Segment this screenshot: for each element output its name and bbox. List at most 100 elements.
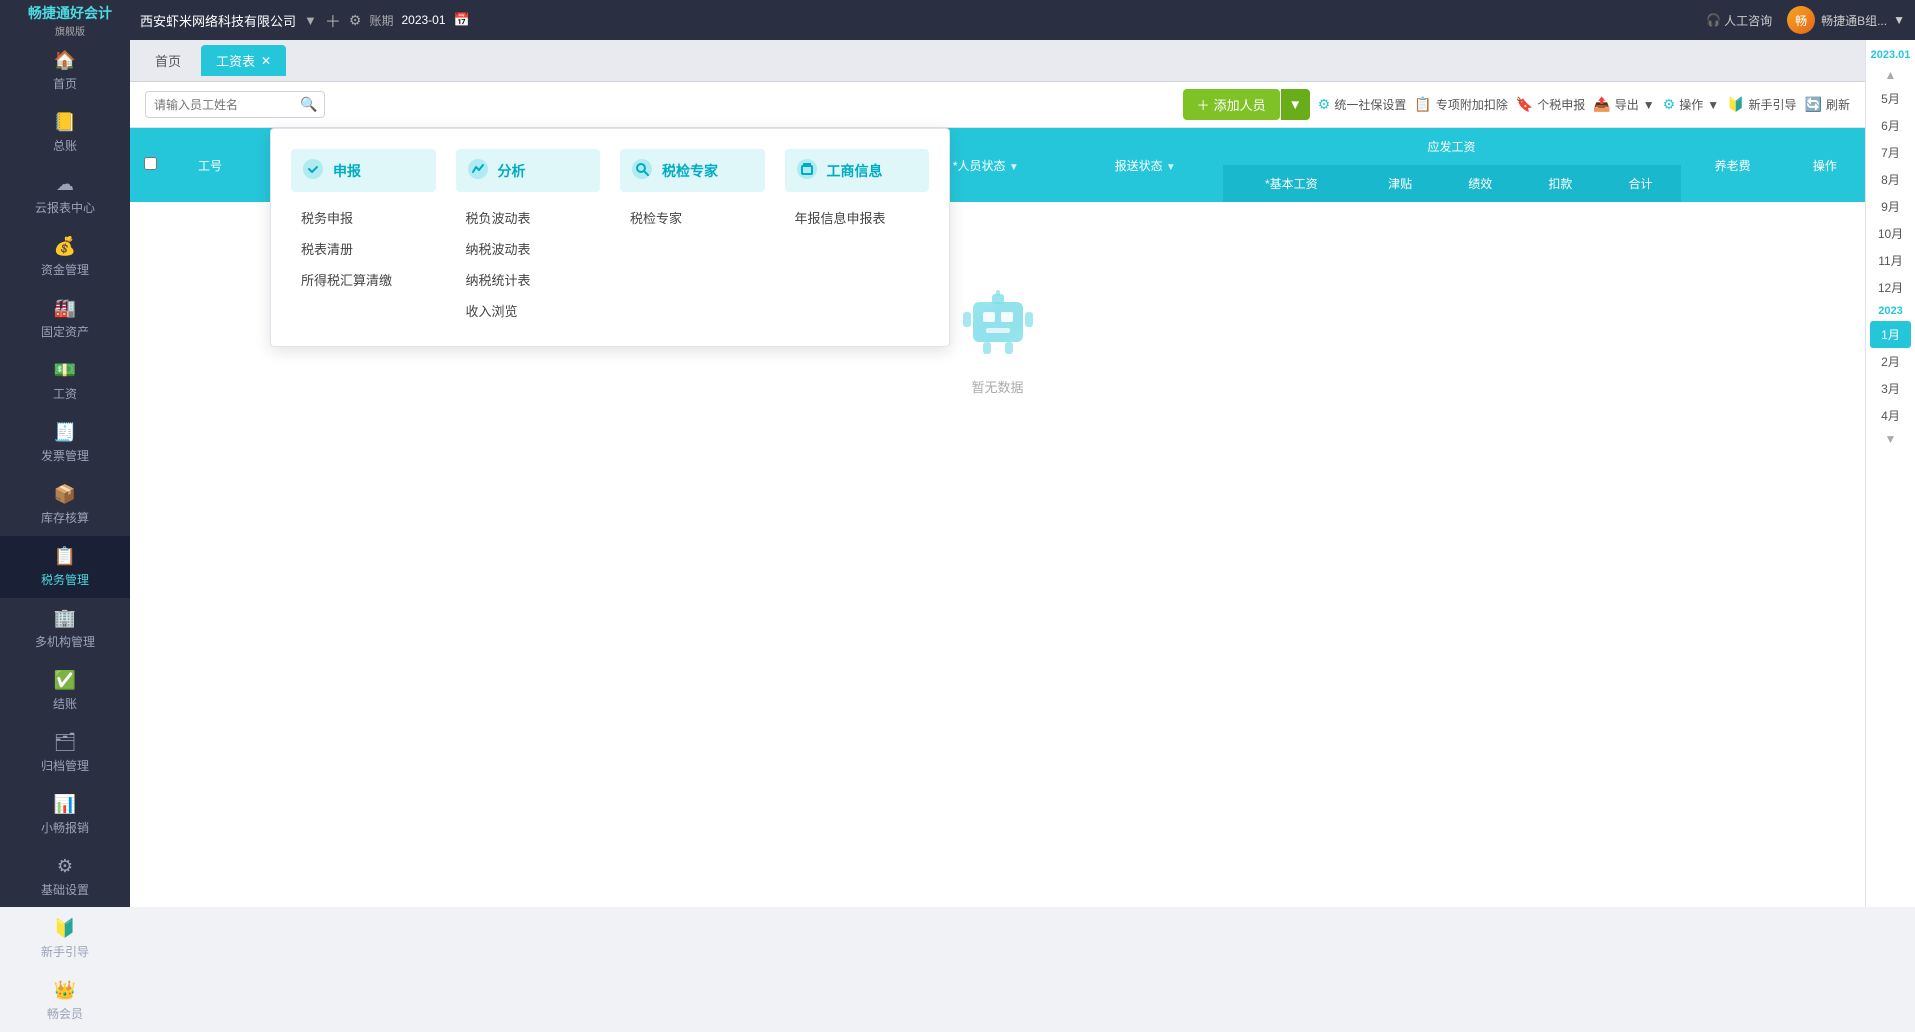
sidebar-item-archive[interactable]: 🗂 归档管理	[0, 722, 130, 784]
avatar: 畅	[1787, 6, 1815, 34]
export-btn[interactable]: 📤 导出 ▼	[1593, 96, 1654, 113]
content-area: 首页 工资表 ✕ 🔍 ＋ 添加人员 ▼	[130, 40, 1865, 907]
sidebar-item-multi-org[interactable]: 🏢 多机构管理	[0, 598, 130, 660]
checkbox-header[interactable]	[130, 128, 170, 202]
menu-item-annual-report[interactable]: 年报信息申报表	[785, 202, 930, 233]
logo-title: 畅捷通好会计	[28, 3, 112, 23]
customer-service-btn[interactable]: 🎧 人工咨询	[1706, 12, 1772, 29]
refresh-btn[interactable]: 🔄 刷新	[1805, 96, 1850, 113]
calendar-month-6[interactable]: 6月	[1866, 112, 1915, 139]
sidebar-item-salary[interactable]: 💵 工资	[0, 350, 130, 412]
th-deduction: 扣款	[1520, 165, 1600, 202]
menu-item-tax-payment-wave[interactable]: 纳税波动表	[456, 233, 601, 264]
user-name: 畅捷通B组...	[1821, 12, 1887, 29]
analysis-label: 分析	[498, 161, 526, 181]
calendar-month-9[interactable]: 9月	[1866, 193, 1915, 220]
user-avatar-area[interactable]: 畅 畅捷通B组... ▼	[1787, 6, 1905, 34]
tab-home[interactable]: 首页	[140, 45, 196, 76]
th-allowance: 津贴	[1360, 165, 1440, 202]
calendar-month-7[interactable]: 7月	[1866, 139, 1915, 166]
sidebar-item-report[interactable]: 📊 小畅报销	[0, 784, 130, 846]
sidebar-item-vip[interactable]: 👑 畅会员	[0, 970, 130, 1032]
sidebar-item-checkout[interactable]: ✅ 结账	[0, 660, 130, 722]
sidebar-item-inventory[interactable]: 📦 库存核算	[0, 474, 130, 536]
sidebar-item-tax[interactable]: 📋 税务管理	[0, 536, 130, 598]
menu-item-tax-check[interactable]: 税检专家	[620, 202, 765, 233]
operation-icon: ⚙	[1663, 96, 1676, 113]
company-dropdown-icon[interactable]: ▼	[304, 13, 317, 28]
menu-item-tax-form[interactable]: 税表清册	[291, 233, 436, 264]
user-dropdown-icon: ▼	[1893, 13, 1905, 27]
sidebar-item-guide[interactable]: 🔰 新手引导	[0, 908, 130, 970]
add-icon: ＋	[1197, 95, 1210, 114]
sidebar-label-guide: 新手引导	[41, 943, 89, 960]
sidebar-label-fixed-assets: 固定资产	[41, 323, 89, 340]
report-status-filter-icon[interactable]: ▼	[1166, 162, 1176, 173]
operation-btn[interactable]: ⚙ 操作 ▼	[1663, 96, 1719, 113]
menu-item-tax-stat[interactable]: 纳税统计表	[456, 264, 601, 295]
tab-close-btn[interactable]: ✕	[261, 54, 271, 68]
calendar-month-1[interactable]: 1月	[1870, 321, 1911, 348]
sidebar-label-archive: 归档管理	[41, 757, 89, 774]
sidebar-item-ledger[interactable]: 📒 总账	[0, 102, 130, 164]
menu-item-income-tax[interactable]: 所得税汇算清缴	[291, 264, 436, 295]
calendar-month-4[interactable]: 4月	[1866, 402, 1915, 429]
cloud-icon: ☁	[56, 174, 74, 195]
menu-item-tax-wave[interactable]: 税负波动表	[456, 202, 601, 233]
calendar-month-11[interactable]: 11月	[1866, 247, 1915, 274]
add-employee-btn[interactable]: ＋ 添加人员	[1183, 89, 1280, 120]
sidebar-label-cloud-report: 云报表中心	[35, 199, 95, 216]
tab-salary-label: 工资表	[216, 51, 255, 70]
special-deduction-icon: 📋	[1414, 96, 1431, 113]
special-deduction-btn[interactable]: 📋 专项附加扣除	[1414, 96, 1507, 113]
menu-grid: 申报 税务申报 税表清册 所得税汇算清缴	[291, 149, 929, 326]
calendar-up-btn[interactable]: ▲	[1882, 65, 1900, 85]
social-security-btn[interactable]: ⚙ 统一社保设置	[1318, 96, 1407, 113]
sidebar-label-inventory: 库存核算	[41, 509, 89, 526]
search-input[interactable]	[154, 98, 294, 112]
operation-dropdown-icon: ▼	[1707, 98, 1719, 112]
sidebar-item-home[interactable]: 🏠 首页	[0, 40, 130, 102]
sidebar-item-fund[interactable]: 💰 资金管理	[0, 226, 130, 288]
sidebar-item-settings[interactable]: ⚙ 基础设置	[0, 846, 130, 908]
calendar-month-8[interactable]: 8月	[1866, 166, 1915, 193]
multi-org-icon: 🏢	[54, 608, 76, 629]
sidebar-item-fixed-assets[interactable]: 🏭 固定资产	[0, 288, 130, 350]
sidebar-label-salary: 工资	[53, 385, 77, 402]
period-calendar-icon[interactable]: 📅	[454, 12, 470, 28]
calendar-month-3[interactable]: 3月	[1866, 375, 1915, 402]
sidebar-item-cloud-report[interactable]: ☁ 云报表中心	[0, 164, 130, 226]
calendar-month-2[interactable]: 2月	[1866, 348, 1915, 375]
select-all-checkbox[interactable]	[144, 157, 157, 170]
person-status-filter-icon[interactable]: ▼	[1009, 162, 1019, 173]
ledger-icon: 📒	[54, 112, 76, 133]
business-icon	[795, 157, 819, 184]
menu-section-header-tax-expert: 税检专家	[620, 149, 765, 192]
personal-tax-btn[interactable]: 🔖 个税申报	[1516, 96, 1585, 113]
company-settings-icon[interactable]: ⚙	[349, 12, 362, 29]
tab-salary[interactable]: 工资表 ✕	[201, 45, 286, 76]
th-pension: 养老费	[1681, 128, 1785, 202]
th-total: 合计	[1600, 165, 1680, 202]
toolbar: 🔍 ＋ 添加人员 ▼ ⚙ 统一社保设置 📋 专项附加扣除	[130, 82, 1865, 128]
search-icon: 🔍	[300, 96, 317, 113]
period-label: 账期	[369, 12, 393, 29]
tax-expert-label: 税检专家	[662, 161, 718, 181]
menu-section-analysis: 分析 税负波动表 纳税波动表 纳税统计表 收入浏览	[456, 149, 601, 326]
calendar-month-12[interactable]: 12月	[1866, 274, 1915, 301]
sidebar-label-ledger: 总账	[53, 137, 77, 154]
add-employee-dropdown-btn[interactable]: ▼	[1281, 89, 1310, 120]
calendar-month-10[interactable]: 10月	[1866, 220, 1915, 247]
declaration-label: 申报	[333, 161, 361, 181]
menu-item-income-browse[interactable]: 收入浏览	[456, 295, 601, 326]
guide-btn[interactable]: 🔰 新手引导	[1727, 96, 1796, 113]
menu-item-tax-declare[interactable]: 税务申报	[291, 202, 436, 233]
calendar-year-2023: 2023	[1878, 301, 1902, 321]
sidebar-item-invoice[interactable]: 🧾 发票管理	[0, 412, 130, 474]
calendar-down-btn[interactable]: ▼	[1882, 429, 1900, 449]
period-value: 2023-01	[401, 13, 445, 27]
declaration-icon	[301, 157, 325, 184]
add-company-btn[interactable]: ＋	[325, 8, 341, 32]
empty-state-icon	[958, 282, 1038, 362]
calendar-month-5[interactable]: 5月	[1866, 85, 1915, 112]
